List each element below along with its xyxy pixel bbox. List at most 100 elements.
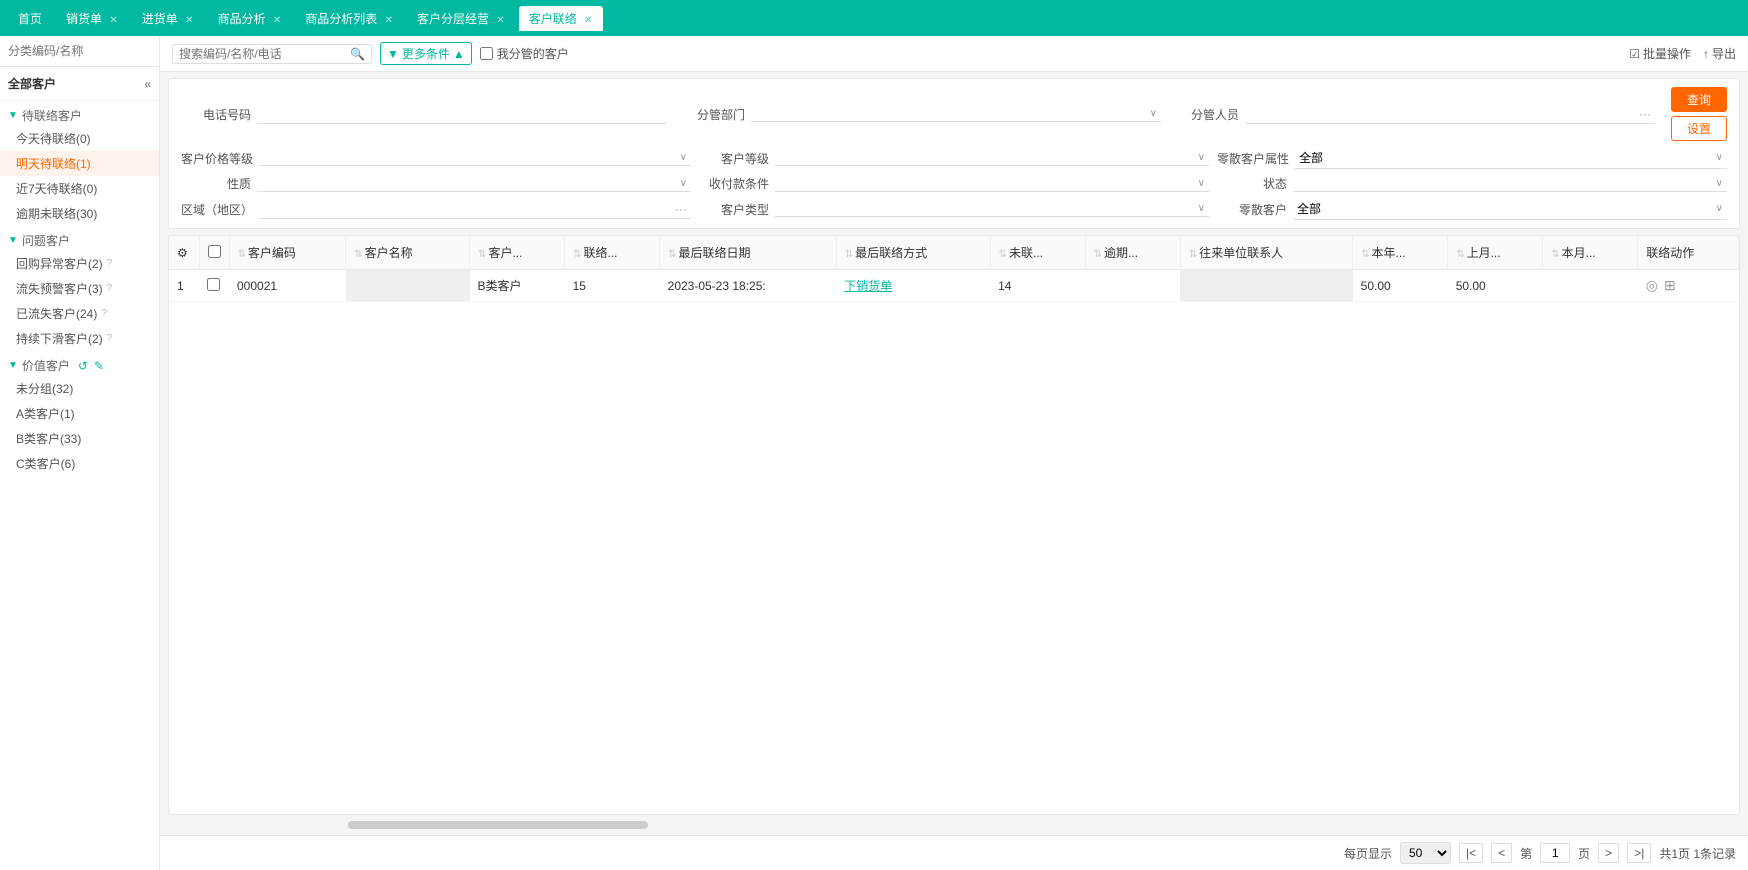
th-uncontacted[interactable]: ⇅未联... (990, 236, 1085, 270)
chevron-up-icon: ▲ (453, 47, 465, 61)
price-grade-select[interactable]: ∨ (259, 150, 691, 166)
close-icon[interactable]: ✕ (584, 15, 592, 26)
first-page-button[interactable]: |< (1459, 843, 1483, 863)
filter-icon: ▼ (387, 47, 399, 61)
sidebar-item-churn-warning[interactable]: 流失预警客户(3) ? (0, 276, 159, 301)
retail-attr-select[interactable]: 全部 ∨ (1295, 147, 1727, 169)
scrollbar-thumb[interactable] (348, 821, 648, 829)
last-page-button[interactable]: >| (1627, 843, 1651, 863)
nav-purchase[interactable]: 进货单 ✕ (132, 6, 204, 31)
toolbar: 🔍 ▼ 更多条件 ▲ 我分管的客户 ☑ 批量操作 ↑ 导出 (160, 36, 1748, 72)
th-checkbox[interactable] (199, 236, 229, 270)
horizontal-scrollbar[interactable] (168, 821, 1740, 829)
sidebar-item-ungrouped[interactable]: 未分组(32) (0, 376, 159, 401)
help-icon[interactable]: ? (101, 308, 107, 319)
grid-action-icon[interactable]: ⊞ (1664, 277, 1676, 294)
nav-product-analysis-list[interactable]: 商品分析列表 ✕ (295, 6, 403, 31)
th-this-month[interactable]: ⇅本月... (1543, 236, 1638, 270)
export-button[interactable]: ↑ 导出 (1703, 45, 1736, 62)
my-customers-checkbox-label[interactable]: 我分管的客户 (480, 45, 569, 62)
th-contact-count[interactable]: ⇅联络... (565, 236, 660, 270)
row-actions: ◎ ⊞ (1638, 270, 1739, 302)
batch-ops-button[interactable]: ☑ 批量操作 (1629, 45, 1691, 62)
sidebar-item-class-a[interactable]: A类客户(1) (0, 401, 159, 426)
contact-action-icon[interactable]: ◎ (1646, 277, 1658, 294)
nav-product-analysis[interactable]: 商品分析 ✕ (208, 6, 292, 31)
sidebar-search-input[interactable] (8, 44, 160, 58)
th-code[interactable]: ⇅客户编码 (229, 236, 346, 270)
th-last-contact-date[interactable]: ⇅最后联络日期 (660, 236, 837, 270)
row-select-checkbox[interactable] (207, 278, 220, 291)
chevron-down-icon: ∨ (1198, 178, 1205, 189)
chevron-down-icon: ∨ (1716, 203, 1723, 214)
th-settings[interactable]: ⚙ (169, 236, 199, 270)
th-category[interactable]: ⇅客户... (470, 236, 565, 270)
sidebar-item-tomorrow[interactable]: 明天待联络(1) (0, 151, 159, 176)
th-this-year[interactable]: ⇅本年... (1353, 236, 1448, 270)
help-icon[interactable]: ? (107, 333, 113, 344)
search-input[interactable] (179, 47, 346, 61)
sidebar-item-7days[interactable]: 近7天待联络(0) (0, 176, 159, 201)
arrow-icon: ▼ (8, 235, 18, 246)
collapse-icon[interactable]: « (144, 77, 151, 91)
close-icon[interactable]: ✕ (185, 15, 193, 26)
my-customers-checkbox[interactable] (480, 47, 493, 60)
next-page-button[interactable]: > (1598, 843, 1619, 863)
sidebar-item-churned[interactable]: 已流失客户(24) ? (0, 301, 159, 326)
top-nav: 首页 销货单 ✕ 进货单 ✕ 商品分析 ✕ 商品分析列表 ✕ 客户分层经营 ✕ … (0, 0, 1748, 36)
th-name[interactable]: ⇅客户名称 (346, 236, 470, 270)
refresh-icon[interactable]: ↺ (78, 359, 88, 373)
sidebar-item-overdue[interactable]: 逾期未联络(30) (0, 201, 159, 226)
dept-select[interactable]: ∨ (751, 106, 1161, 122)
manager-select[interactable]: ··· (1245, 105, 1655, 124)
retail-customer-select[interactable]: 全部 ∨ (1293, 198, 1727, 220)
help-icon[interactable]: ? (107, 283, 113, 294)
close-icon[interactable]: ✕ (273, 15, 281, 26)
close-icon[interactable]: ✕ (385, 15, 393, 26)
th-last-month[interactable]: ⇅上月... (1448, 236, 1543, 270)
filter-phone: 电话号码 (181, 105, 667, 124)
nav-sales[interactable]: 销货单 ✕ (56, 6, 128, 31)
customer-grade-select[interactable]: ∨ (775, 150, 1209, 166)
sidebar-item-class-b[interactable]: B类客户(33) (0, 426, 159, 451)
region-select[interactable]: ··· (259, 200, 691, 219)
row-name (346, 270, 470, 302)
gender-select[interactable]: ∨ (257, 176, 691, 192)
nav-customer-tier[interactable]: 客户分层经营 ✕ (407, 6, 515, 31)
sidebar-item-class-c[interactable]: C类客户(6) (0, 451, 159, 476)
select-all-checkbox[interactable] (208, 245, 221, 258)
row-checkbox[interactable] (199, 270, 229, 302)
close-icon[interactable]: ✕ (496, 15, 504, 26)
search-icon[interactable]: 🔍 (350, 47, 365, 61)
th-overdue[interactable]: ⇅逾期... (1085, 236, 1180, 270)
row-last-month: 50.00 (1448, 270, 1543, 302)
th-unit-contact[interactable]: ⇅往来单位联系人 (1180, 236, 1352, 270)
prev-page-button[interactable]: < (1491, 843, 1512, 863)
status-select[interactable]: ∨ (1293, 176, 1727, 192)
close-icon[interactable]: ✕ (109, 15, 117, 26)
payment-select[interactable]: ∨ (775, 176, 1209, 192)
content-area: 🔍 ▼ 更多条件 ▲ 我分管的客户 ☑ 批量操作 ↑ 导出 (160, 36, 1748, 870)
more-filter-button[interactable]: ▼ 更多条件 ▲ (380, 42, 472, 65)
edit-icon[interactable]: ✎ (94, 359, 104, 373)
help-icon[interactable]: ? (107, 258, 113, 269)
nav-home[interactable]: 首页 (8, 6, 52, 31)
filter-customer-grade: 客户等级 ∨ (699, 150, 1209, 167)
row-category: B类客户 (470, 270, 565, 302)
row-last-type[interactable]: 下销货单 (836, 270, 990, 302)
phone-input[interactable] (257, 105, 667, 124)
sidebar-item-repurchase-abnormal[interactable]: 回购异常客户(2) ? (0, 251, 159, 276)
nav-customer-contact[interactable]: 客户联络 ✕ (519, 6, 603, 31)
sidebar-all-customers[interactable]: 全部客户 « (0, 67, 159, 101)
last-contact-link[interactable]: 下销货单 (844, 279, 892, 293)
page-input[interactable] (1540, 843, 1570, 863)
query-button[interactable]: 查询 (1671, 87, 1727, 112)
th-last-contact-type[interactable]: ⇅最后联络方式 (836, 236, 990, 270)
reset-button[interactable]: 设置 (1671, 116, 1727, 141)
page-size-select[interactable]: 50 100 (1400, 842, 1451, 864)
sidebar-item-declining[interactable]: 持续下滑客户(2) ? (0, 326, 159, 351)
customer-type-select[interactable]: ∨ (775, 201, 1209, 217)
batch-icon: ☑ (1629, 47, 1640, 61)
arrow-icon: ▼ (8, 110, 18, 121)
sidebar-item-today[interactable]: 今天待联络(0) (0, 126, 159, 151)
